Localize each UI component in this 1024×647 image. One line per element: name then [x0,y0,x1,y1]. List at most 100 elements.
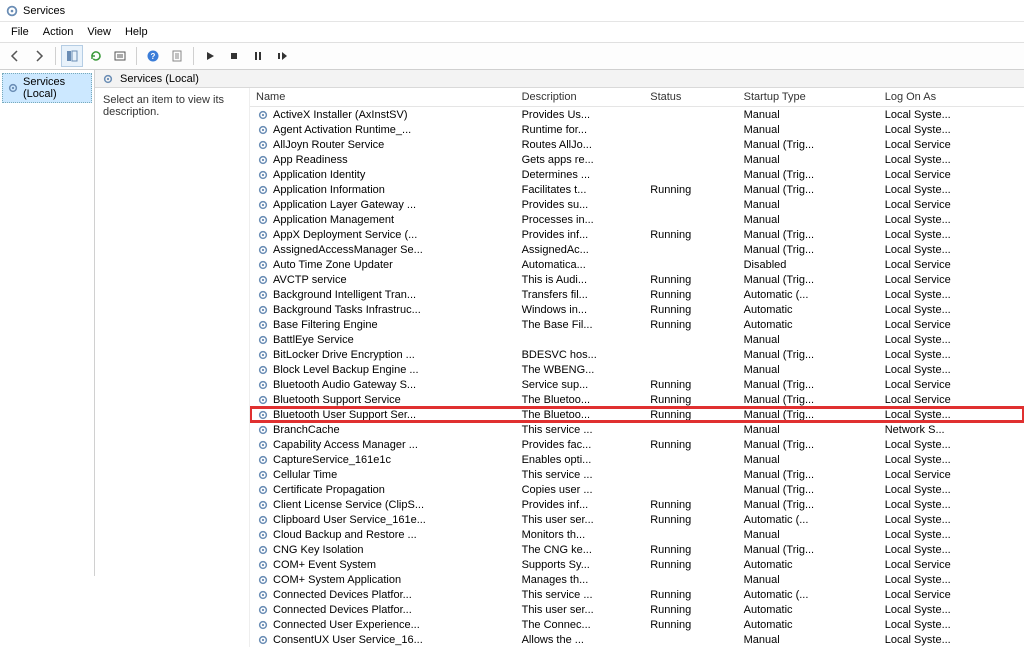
table-row[interactable]: Connected User Experience...The Connec..… [250,617,1024,632]
back-button[interactable] [4,45,26,67]
cell-name: Base Filtering Engine [250,317,516,332]
table-row[interactable]: Capability Access Manager ...Provides fa… [250,437,1024,452]
content-header: Services (Local) [95,70,1024,88]
cell-startup: Manual [738,332,879,347]
table-row[interactable]: Base Filtering EngineThe Base Fil...Runn… [250,317,1024,332]
cell-startup: Manual (Trig... [738,272,879,287]
column-header-name[interactable]: Name [250,88,516,107]
table-row[interactable]: Bluetooth Audio Gateway S...Service sup.… [250,377,1024,392]
table-row[interactable]: Cloud Backup and Restore ...Monitors th.… [250,527,1024,542]
gear-icon [256,483,269,496]
cell-description: Routes AllJo... [516,137,645,152]
gear-icon [256,258,269,271]
cell-logon: Local Service [879,467,1024,482]
gear-icon [256,393,269,406]
table-row[interactable]: ConsentUX User Service_16...Allows the .… [250,632,1024,647]
cell-startup: Manual (Trig... [738,542,879,557]
toolbar-separator [55,47,56,65]
column-header-logon[interactable]: Log On As [879,88,1024,107]
gear-icon [256,108,269,121]
cell-description [516,332,645,347]
cell-name: BitLocker Drive Encryption ... [250,347,516,362]
table-row[interactable]: Agent Activation Runtime_...Runtime for.… [250,122,1024,137]
table-row[interactable]: Connected Devices Platfor...This service… [250,587,1024,602]
service-name-text: Bluetooth User Support Ser... [273,409,416,421]
table-row[interactable]: Bluetooth Support ServiceThe Bluetoo...R… [250,392,1024,407]
help-button[interactable]: ? [142,45,164,67]
menu-help[interactable]: Help [118,24,155,40]
cell-description: This user ser... [516,602,645,617]
cell-status [644,422,737,437]
cell-logon: Local Syste... [879,287,1024,302]
table-row[interactable]: Background Tasks Infrastruc...Windows in… [250,302,1024,317]
cell-description: Manages th... [516,572,645,587]
cell-name: Block Level Backup Engine ... [250,362,516,377]
table-row[interactable]: Application Layer Gateway ...Provides su… [250,197,1024,212]
show-hide-tree-button[interactable] [61,45,83,67]
cell-logon: Local Syste... [879,107,1024,123]
table-row[interactable]: Clipboard User Service_161e...This user … [250,512,1024,527]
gear-icon [6,82,19,95]
tree-node-services-local[interactable]: Services (Local) [2,73,92,103]
table-row[interactable]: AVCTP serviceThis is Audi...RunningManua… [250,272,1024,287]
cell-startup: Automatic [738,617,879,632]
service-name-text: Background Intelligent Tran... [273,289,416,301]
table-row[interactable]: App ReadinessGets apps re...ManualLocal … [250,152,1024,167]
table-row[interactable]: AssignedAccessManager Se...AssignedAc...… [250,242,1024,257]
forward-button[interactable] [28,45,50,67]
cell-startup: Manual (Trig... [738,407,879,422]
start-service-button[interactable] [199,45,221,67]
cell-logon: Local Service [879,377,1024,392]
cell-logon: Local Service [879,197,1024,212]
cell-status [644,527,737,542]
table-row[interactable]: Client License Service (ClipS...Provides… [250,497,1024,512]
table-row[interactable]: BattlEye ServiceManualLocal Syste... [250,332,1024,347]
cell-startup: Automatic [738,557,879,572]
cell-startup: Manual (Trig... [738,497,879,512]
cell-logon: Local Service [879,272,1024,287]
table-row[interactable]: Bluetooth User Support Ser...The Bluetoo… [250,407,1024,422]
table-row[interactable]: BranchCacheThis service ...ManualNetwork… [250,422,1024,437]
pause-service-button[interactable] [247,45,269,67]
column-header-status[interactable]: Status [644,88,737,107]
cell-startup: Manual [738,212,879,227]
service-name-text: Block Level Backup Engine ... [273,364,419,376]
stop-service-button[interactable] [223,45,245,67]
cell-description: Processes in... [516,212,645,227]
cell-description: Allows the ... [516,632,645,647]
restart-service-button[interactable] [271,45,293,67]
export-list-button[interactable] [109,45,131,67]
table-row[interactable]: Application ManagementProcesses in...Man… [250,212,1024,227]
table-row[interactable]: Application IdentityDetermines ...Manual… [250,167,1024,182]
menu-action[interactable]: Action [36,24,81,40]
table-row[interactable]: Connected Devices Platfor...This user se… [250,602,1024,617]
refresh-button[interactable] [85,45,107,67]
cell-status [644,452,737,467]
table-row[interactable]: ActiveX Installer (AxInstSV)Provides Us.… [250,107,1024,123]
gear-icon [256,363,269,376]
table-row[interactable]: AllJoyn Router ServiceRoutes AllJo...Man… [250,137,1024,152]
table-row[interactable]: COM+ Event SystemSupports Sy...RunningAu… [250,557,1024,572]
table-row[interactable]: CaptureService_161e1cEnables opti...Manu… [250,452,1024,467]
service-name-text: Connected Devices Platfor... [273,589,412,601]
table-row[interactable]: Block Level Backup Engine ...The WBENG..… [250,362,1024,377]
services-list-pane[interactable]: Name Description Status Startup Type Log… [250,88,1024,647]
cell-description: Provides su... [516,197,645,212]
table-row[interactable]: BitLocker Drive Encryption ...BDESVC hos… [250,347,1024,362]
cell-startup: Manual [738,107,879,123]
table-row[interactable]: Auto Time Zone UpdaterAutomatica...Disab… [250,257,1024,272]
table-row[interactable]: CNG Key IsolationThe CNG ke...RunningMan… [250,542,1024,557]
table-row[interactable]: COM+ System ApplicationManages th...Manu… [250,572,1024,587]
menubar: File Action View Help [0,22,1024,42]
column-header-startup[interactable]: Startup Type [738,88,879,107]
column-header-description[interactable]: Description [516,88,645,107]
table-row[interactable]: Cellular TimeThis service ...Manual (Tri… [250,467,1024,482]
menu-view[interactable]: View [80,24,118,40]
table-row[interactable]: AppX Deployment Service (...Provides inf… [250,227,1024,242]
cell-name: Bluetooth User Support Ser... [250,407,516,422]
table-row[interactable]: Application InformationFacilitates t...R… [250,182,1024,197]
menu-file[interactable]: File [4,24,36,40]
table-row[interactable]: Certificate PropagationCopies user ...Ma… [250,482,1024,497]
properties-button[interactable] [166,45,188,67]
table-row[interactable]: Background Intelligent Tran...Transfers … [250,287,1024,302]
